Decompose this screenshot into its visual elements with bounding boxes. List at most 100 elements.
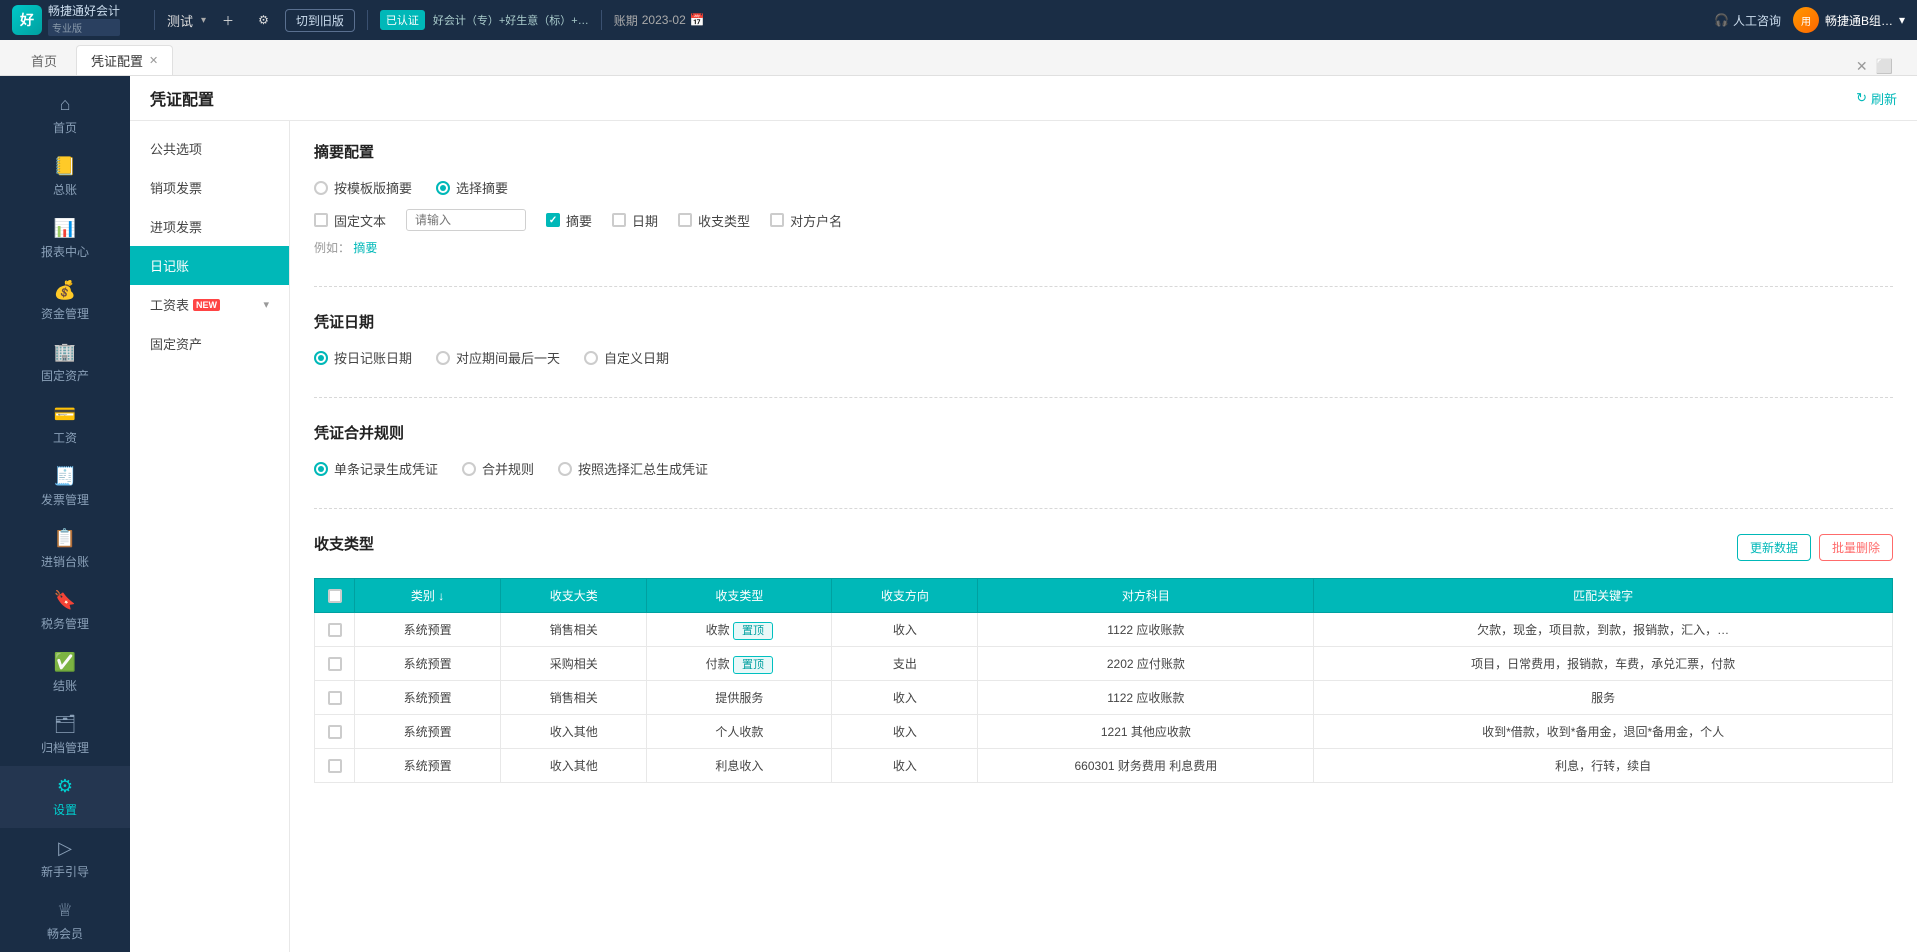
settings-icon-button[interactable]: ⚙: [250, 10, 277, 30]
sidebar: ⌂ 首页 📒 总账 📊 报表中心 💰 资金管理 🏢 固定资产 💳 工资 🧾 发票…: [0, 76, 130, 952]
sidebar-item-funds[interactable]: 💰 资金管理: [0, 270, 130, 332]
table-row: 系统预置 采购相关 付款 置顶 支出 2202 应付账款 项目，日常费用，报销款…: [315, 647, 1893, 681]
checkbox-row-4[interactable]: [328, 725, 342, 739]
row-checkbox-1[interactable]: [315, 613, 355, 647]
header-divider-2: [367, 10, 368, 30]
checkbox-expense-type[interactable]: 收支类型: [678, 211, 750, 230]
sidebar-item-settings[interactable]: ⚙ 设置: [0, 766, 130, 828]
checkbox-row-1[interactable]: [328, 623, 342, 637]
row-direction-1: 收入: [832, 613, 978, 647]
row-checkbox-3[interactable]: [315, 681, 355, 715]
col-checkbox: [315, 579, 355, 613]
company-dropdown-icon[interactable]: ▾: [201, 15, 206, 26]
row-sub-type-1: 收款 置顶: [647, 613, 832, 647]
left-nav-payroll[interactable]: 工资表 NEW ▾: [130, 285, 289, 324]
checkbox-row-3[interactable]: [328, 691, 342, 705]
radio-custom-date-label: 自定义日期: [604, 348, 669, 367]
update-data-button[interactable]: 更新数据: [1737, 534, 1811, 561]
date-checkbox-label: 日期: [632, 211, 658, 230]
sidebar-item-settlement[interactable]: ✅ 结账: [0, 642, 130, 704]
sidebar-item-archive[interactable]: 🗂 归档管理: [0, 704, 130, 766]
batch-delete-button[interactable]: 批量删除: [1819, 534, 1893, 561]
table-select-all-checkbox[interactable]: [328, 589, 342, 603]
sidebar-item-purchase[interactable]: 📋 进销台账: [0, 518, 130, 580]
checkbox-fixed-text[interactable]: 固定文本: [314, 211, 386, 230]
radio-template-summary[interactable]: 按模板版摘要: [314, 178, 412, 197]
col-category: 类别 ↓: [355, 579, 501, 613]
checkbox-row-2[interactable]: [328, 657, 342, 671]
left-nav-public[interactable]: 公共选项: [130, 129, 289, 168]
assets-icon: 🏢: [54, 342, 76, 363]
left-nav-purchase-invoice[interactable]: 进项发票: [130, 207, 289, 246]
header-divider-3: [601, 10, 602, 30]
fixed-text-label: 固定文本: [334, 211, 386, 230]
funds-icon: 💰: [54, 280, 76, 301]
row-sub-type-2: 付款 置顶: [647, 647, 832, 681]
sidebar-item-reports[interactable]: 📊 报表中心: [0, 208, 130, 270]
radio-template-label: 按模板版摘要: [334, 178, 412, 197]
checkbox-summary[interactable]: ✓ 摘要: [546, 211, 592, 230]
row-category-3: 系统预置: [355, 681, 501, 715]
radio-summary-generate[interactable]: 按照选择汇总生成凭证: [558, 459, 708, 478]
service-button[interactable]: 🎧 人工咨询: [1714, 12, 1781, 29]
left-nav-purchase-invoice-label: 进项发票: [150, 217, 202, 236]
sidebar-label-invoice-mgr: 发票管理: [41, 491, 89, 508]
sidebar-item-guide[interactable]: ▷ 新手引导: [0, 828, 130, 890]
refresh-button[interactable]: ↻ 刷新: [1856, 89, 1897, 108]
switch-version-button[interactable]: 切到旧版: [285, 9, 355, 32]
table-header-row: 类别 ↓ 收支大类 收支类型 收支方向 对方科目 匹配关键字: [315, 579, 1893, 613]
checkbox-row-5[interactable]: [328, 759, 342, 773]
radio-period-last[interactable]: 对应期间最后一天: [436, 348, 560, 367]
sidebar-item-tax[interactable]: 🔖 税务管理: [0, 580, 130, 642]
window-close-icon[interactable]: ✕: [1856, 58, 1868, 75]
left-nav-journal[interactable]: 日记账: [130, 246, 289, 285]
sidebar-item-member[interactable]: ♕ 畅会员: [0, 890, 130, 952]
example-value: 摘要: [353, 241, 377, 255]
checkbox-box-summary: ✓: [546, 213, 560, 227]
sidebar-item-salary[interactable]: 💳 工资: [0, 394, 130, 456]
fixed-text-input[interactable]: [406, 209, 526, 231]
window-maximize-icon[interactable]: ⬜: [1876, 58, 1893, 75]
row-account-5: 660301 财务费用 利息费用: [978, 749, 1314, 783]
radio-merge-rule[interactable]: 合并规则: [462, 459, 534, 478]
sidebar-item-home[interactable]: ⌂ 首页: [0, 84, 130, 146]
company-name[interactable]: 测试: [167, 11, 193, 30]
row-checkbox-2[interactable]: [315, 647, 355, 681]
row-account-1: 1122 应收账款: [978, 613, 1314, 647]
certified-badge: 已认证: [380, 10, 425, 30]
radio-select-summary[interactable]: 选择摘要: [436, 178, 508, 197]
left-nav-sales-invoice[interactable]: 销项发票: [130, 168, 289, 207]
calendar-icon[interactable]: 📅: [690, 13, 705, 27]
sidebar-item-assets[interactable]: 🏢 固定资产: [0, 332, 130, 394]
row-account-2: 2202 应付账款: [978, 647, 1314, 681]
radio-journal-date[interactable]: 按日记账日期: [314, 348, 412, 367]
period-value: 2023-02: [642, 13, 686, 27]
user-menu[interactable]: 用 畅捷通B组… ▾: [1793, 7, 1905, 33]
row-direction-3: 收入: [832, 681, 978, 715]
table-row: 系统预置 收入其他 个人收款 收入 1221 其他应收款 收到*借款，收到*备用…: [315, 715, 1893, 749]
merge-title: 凭证合并规则: [314, 422, 1893, 443]
tab-home[interactable]: 首页: [16, 45, 72, 75]
row-sub-type-4: 个人收款: [647, 715, 832, 749]
date-title: 凭证日期: [314, 311, 1893, 332]
checkbox-date[interactable]: 日期: [612, 211, 658, 230]
row-checkbox-4[interactable]: [315, 715, 355, 749]
row-checkbox-5[interactable]: [315, 749, 355, 783]
override-tag-1[interactable]: 置顶: [733, 622, 773, 640]
checkbox-box-payee: [770, 213, 784, 227]
salary-icon: 💳: [54, 404, 76, 425]
radio-custom-date[interactable]: 自定义日期: [584, 348, 669, 367]
left-nav-fixed-assets[interactable]: 固定资产: [130, 324, 289, 363]
radio-single-record[interactable]: 单条记录生成凭证: [314, 459, 438, 478]
checkbox-payee[interactable]: 对方户名: [770, 211, 842, 230]
add-button[interactable]: ＋: [214, 9, 242, 32]
tab-voucher-config[interactable]: 凭证配置 ✕: [76, 45, 173, 75]
sidebar-item-ledger[interactable]: 📒 总账: [0, 146, 130, 208]
sidebar-label-tax: 税务管理: [41, 615, 89, 632]
reports-icon: 📊: [54, 218, 76, 239]
sidebar-item-invoice-mgr[interactable]: 🧾 发票管理: [0, 456, 130, 518]
override-tag-2[interactable]: 置顶: [733, 656, 773, 674]
col-account: 对方科目: [978, 579, 1314, 613]
close-icon[interactable]: ✕: [149, 54, 158, 67]
purchase-icon: 📋: [54, 528, 76, 549]
